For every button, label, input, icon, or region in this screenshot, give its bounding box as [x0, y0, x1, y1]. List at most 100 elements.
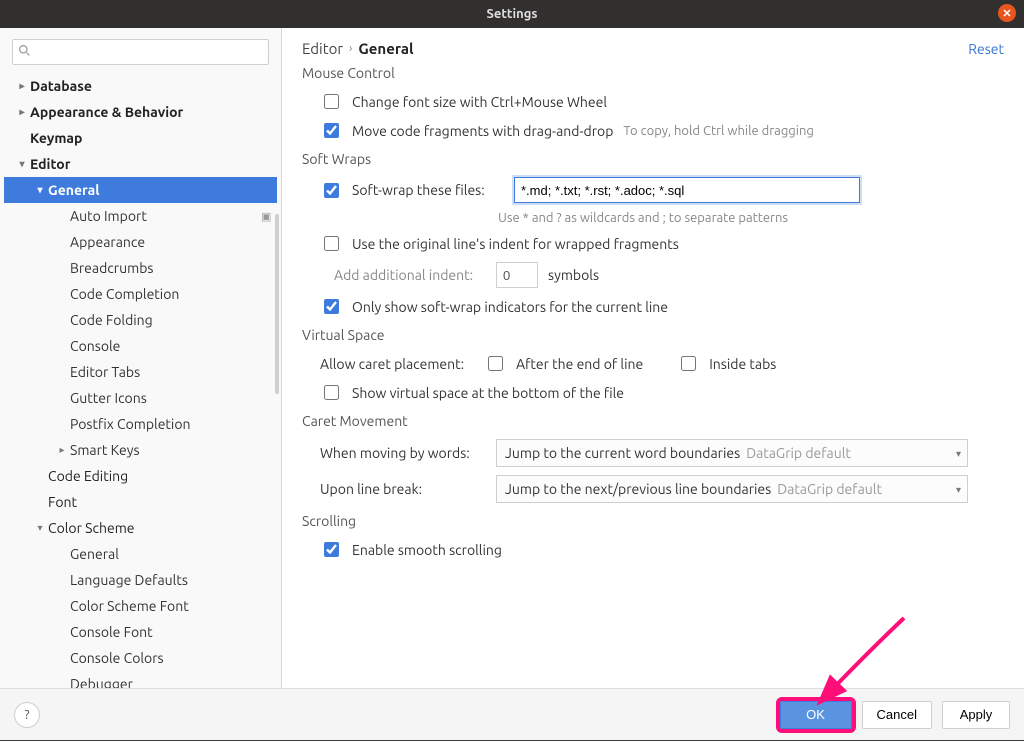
close-icon[interactable]: ✕	[998, 4, 1016, 22]
sidebar-item[interactable]: Color Scheme Font	[4, 593, 277, 619]
sidebar-item-label: Gutter Icons	[70, 390, 277, 406]
sidebar-item[interactable]: General	[4, 541, 277, 567]
label-line-break: Upon line break:	[320, 481, 486, 497]
dropdown-by-words[interactable]: Jump to the current word boundaries Data…	[496, 439, 968, 467]
label-after-eol[interactable]: After the end of line	[516, 356, 643, 372]
tree-arrow-icon: ▾	[14, 158, 30, 170]
crumb-general: General	[358, 40, 413, 57]
checkbox-inside-tabs[interactable]	[681, 356, 696, 371]
label-allow-caret: Allow caret placement:	[320, 356, 474, 372]
checkbox-after-eol[interactable]	[488, 356, 503, 371]
input-soft-wrap-patterns[interactable]	[514, 177, 860, 203]
tree-arrow-icon: ▸	[54, 444, 70, 456]
sidebar-item-label: Console Colors	[70, 650, 277, 666]
label-smooth-scroll[interactable]: Enable smooth scrolling	[352, 542, 502, 558]
label-inside-tabs[interactable]: Inside tabs	[709, 356, 776, 372]
titlebar: Settings ✕	[0, 0, 1024, 28]
chevron-down-icon: ▾	[956, 448, 961, 460]
ok-button[interactable]: OK	[780, 701, 852, 729]
window-body: ▸Database▸Appearance & BehaviorKeymap▾Ed…	[0, 28, 1024, 688]
sidebar-item-label: Language Defaults	[70, 572, 277, 588]
chevron-right-icon: ›	[349, 42, 352, 55]
sidebar-item[interactable]: Editor Tabs	[4, 359, 277, 385]
checkbox-smooth-scroll[interactable]	[324, 542, 339, 557]
tree-arrow-icon: ▸	[14, 80, 30, 92]
apply-button[interactable]: Apply	[942, 701, 1010, 729]
checkbox-soft-wrap[interactable]	[324, 183, 339, 198]
dropdown-by-words-sub: DataGrip default	[746, 445, 851, 461]
dropdown-line-break[interactable]: Jump to the next/previous line boundarie…	[496, 475, 968, 503]
label-add-indent: Add additional indent:	[334, 267, 486, 283]
sidebar-item-label: Code Folding	[70, 312, 277, 328]
sidebar-item-label: Appearance	[70, 234, 277, 250]
sidebar-item-label: Code Completion	[70, 286, 277, 302]
tree-arrow-icon: ▾	[32, 184, 48, 196]
sidebar-item[interactable]: Keymap	[4, 125, 277, 151]
checkbox-original-indent[interactable]	[324, 236, 339, 251]
section-virtual-space: Virtual Space	[302, 327, 1004, 343]
sidebar-item[interactable]: ▾General	[4, 177, 277, 203]
sidebar-item[interactable]: Gutter Icons	[4, 385, 277, 411]
search-wrap	[4, 39, 277, 73]
sidebar: ▸Database▸Appearance & BehaviorKeymap▾Ed…	[0, 28, 282, 688]
section-soft-wraps: Soft Wraps	[302, 151, 1004, 167]
sidebar-item[interactable]: Appearance	[4, 229, 277, 255]
sidebar-item[interactable]: ▸Database	[4, 73, 277, 99]
sidebar-item-label: Editor	[30, 156, 277, 172]
label-only-current-line[interactable]: Only show soft-wrap indicators for the c…	[352, 299, 668, 315]
search-icon	[18, 44, 31, 60]
sidebar-item-label: General	[70, 546, 277, 562]
hint-wildcards: Use * and ? as wildcards and ; to separa…	[498, 211, 1004, 225]
checkbox-virtual-bottom[interactable]	[324, 385, 339, 400]
hint-move-code: To copy, hold Ctrl while dragging	[623, 124, 813, 138]
sidebar-item[interactable]: Auto Import▣	[4, 203, 277, 229]
sidebar-item[interactable]: Font	[4, 489, 277, 515]
sidebar-item[interactable]: ▸Smart Keys	[4, 437, 277, 463]
sidebar-item[interactable]: Postfix Completion	[4, 411, 277, 437]
chevron-down-icon: ▾	[956, 484, 961, 496]
dropdown-line-break-value: Jump to the next/previous line boundarie…	[505, 481, 771, 497]
section-mouse-control: Mouse Control	[302, 65, 1004, 81]
settings-tree[interactable]: ▸Database▸Appearance & BehaviorKeymap▾Ed…	[4, 73, 277, 688]
sidebar-item[interactable]: Code Completion	[4, 281, 277, 307]
sidebar-item[interactable]: ▾Color Scheme	[4, 515, 277, 541]
sidebar-item[interactable]: Code Editing	[4, 463, 277, 489]
checkbox-only-current-line[interactable]	[324, 299, 339, 314]
label-change-font[interactable]: Change font size with Ctrl+Mouse Wheel	[352, 94, 607, 110]
sidebar-item[interactable]: Breadcrumbs	[4, 255, 277, 281]
sidebar-item-label: General	[48, 182, 277, 198]
checkbox-move-code[interactable]	[324, 123, 339, 138]
search-input[interactable]	[12, 39, 269, 65]
section-caret-movement: Caret Movement	[302, 413, 1004, 429]
input-add-indent[interactable]	[496, 262, 538, 288]
help-button[interactable]: ?	[14, 702, 40, 728]
sidebar-item-label: Code Editing	[48, 468, 277, 484]
label-virtual-bottom[interactable]: Show virtual space at the bottom of the …	[352, 385, 624, 401]
sidebar-item[interactable]: Console Font	[4, 619, 277, 645]
sidebar-item-label: Editor Tabs	[70, 364, 277, 380]
dropdown-line-break-sub: DataGrip default	[777, 481, 882, 497]
sidebar-item-label: Keymap	[30, 130, 277, 146]
main-scroll[interactable]: Mouse Control Change font size with Ctrl…	[282, 63, 1024, 688]
sidebar-item[interactable]: Debugger	[4, 671, 277, 688]
sidebar-item[interactable]: ▾Editor	[4, 151, 277, 177]
tree-scrollbar[interactable]	[275, 214, 279, 394]
tree-arrow-icon: ▾	[32, 522, 48, 534]
label-move-code[interactable]: Move code fragments with drag-and-drop	[352, 123, 613, 139]
sidebar-item[interactable]: Console Colors	[4, 645, 277, 671]
sidebar-item-label: Console	[70, 338, 277, 354]
sidebar-item-label: Appearance & Behavior	[30, 104, 277, 120]
checkbox-change-font[interactable]	[324, 94, 339, 109]
cancel-button[interactable]: Cancel	[862, 701, 932, 729]
sidebar-item-label: Database	[30, 78, 277, 94]
label-soft-wrap[interactable]: Soft-wrap these files:	[352, 182, 504, 198]
crumb-editor[interactable]: Editor	[302, 40, 343, 57]
sidebar-item-label: Console Font	[70, 624, 277, 640]
sidebar-item[interactable]: Code Folding	[4, 307, 277, 333]
sidebar-item[interactable]: Console	[4, 333, 277, 359]
sidebar-item[interactable]: ▸Appearance & Behavior	[4, 99, 277, 125]
reset-link[interactable]: Reset	[968, 41, 1004, 57]
sidebar-item[interactable]: Language Defaults	[4, 567, 277, 593]
sidebar-item-label: Color Scheme	[48, 520, 277, 536]
label-original-indent[interactable]: Use the original line's indent for wrapp…	[352, 236, 679, 252]
